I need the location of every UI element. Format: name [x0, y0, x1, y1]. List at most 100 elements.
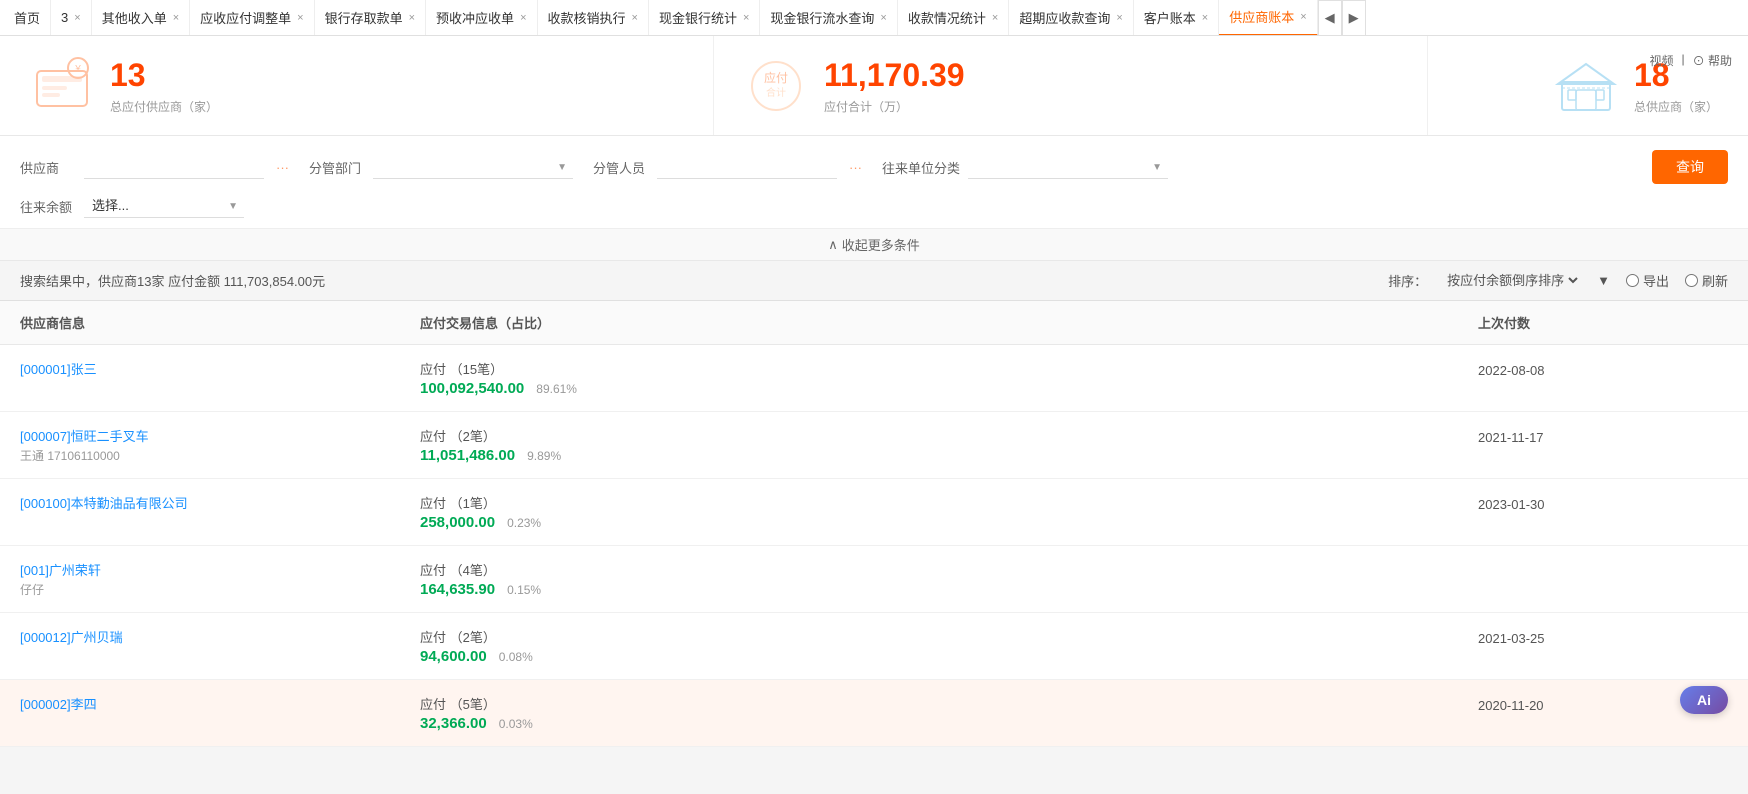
person-dots-icon[interactable]: ···: [849, 160, 862, 175]
trans-amount-5[interactable]: 32,366.00: [420, 715, 487, 732]
transaction-cell-1: 应付 （2笔） 11,051,486.00 9.89%: [420, 426, 1478, 464]
supplier-link-2[interactable]: [000100]本特勤油品有限公司: [20, 496, 188, 511]
nav-label-cash-bank-flow: 现金银行流水查询: [770, 8, 874, 27]
nav-left-arrow[interactable]: ◀: [1318, 0, 1342, 36]
export-radio-input[interactable]: [1626, 274, 1639, 287]
divider-1: |: [1682, 52, 1685, 69]
supplier-link-3[interactable]: [001]广州荣轩: [20, 563, 101, 578]
payable-icon: 应付 合计: [744, 54, 808, 118]
filter-person-label: 分管人员: [593, 158, 649, 177]
trans-amount-1[interactable]: 11,051,486.00: [420, 447, 515, 464]
balance-select[interactable]: 选择...: [84, 194, 244, 218]
nav-item-supplier-account[interactable]: 供应商账本 ×: [1219, 0, 1317, 36]
nav-item-customer-account[interactable]: 客户账本 ×: [1134, 0, 1219, 36]
nav-item-bank-deposit[interactable]: 银行存取款单 ×: [315, 0, 426, 36]
filter-supplier-label: 供应商: [20, 158, 76, 177]
filter-category: 往来单位分类 ▼: [882, 155, 1168, 179]
nav-label-customer-account: 客户账本: [1144, 8, 1196, 27]
filter-balance: 往来余额 选择... ▼: [20, 194, 244, 218]
table-row[interactable]: [000001]张三 应付 （15笔） 100,092,540.00 89.61…: [0, 345, 1748, 412]
close-icon-3[interactable]: ×: [74, 12, 80, 24]
close-icon-advance[interactable]: ×: [520, 12, 526, 24]
ai-badge[interactable]: Ai: [1680, 686, 1728, 714]
query-button[interactable]: 查询: [1652, 150, 1728, 184]
close-icon-collection-stat[interactable]: ×: [992, 12, 998, 24]
table-row[interactable]: [000012]广州贝瑞 应付 （2笔） 94,600.00 0.08% 202…: [0, 613, 1748, 680]
trans-row-0: 100,092,540.00 89.61%: [420, 378, 1478, 397]
supplier-cell-1: [000007]恒旺二手叉车 王通 17106110000: [20, 426, 420, 464]
stat-block-payable: 应付 合计 11,170.39 应付合计（万）: [714, 36, 1428, 135]
trans-count-2: 应付 （1笔）: [420, 493, 1478, 512]
trans-amount-4[interactable]: 94,600.00: [420, 648, 487, 665]
nav-item-cash-bank-flow[interactable]: 现金银行流水查询 ×: [760, 0, 897, 36]
close-icon-cash-bank-flow[interactable]: ×: [880, 12, 886, 24]
table-row[interactable]: [000007]恒旺二手叉车 王通 17106110000 应付 （2笔） 11…: [0, 412, 1748, 479]
transaction-cell-3: 应付 （4笔） 164,635.90 0.15%: [420, 560, 1478, 598]
close-icon-overdue[interactable]: ×: [1116, 12, 1122, 24]
trans-row-3: 164,635.90 0.15%: [420, 579, 1478, 598]
export-radio[interactable]: 导出: [1626, 271, 1669, 290]
nav-label-supplier-account: 供应商账本: [1229, 7, 1294, 26]
table-row[interactable]: [000002]李四 应付 （5笔） 32,366.00 0.03% 2020-…: [0, 680, 1748, 747]
supplier-link-1[interactable]: [000007]恒旺二手叉车: [20, 429, 149, 444]
collapse-button[interactable]: ∧ 收起更多条件: [0, 228, 1748, 260]
nav-item-home[interactable]: 首页: [4, 0, 51, 36]
trans-amount-2[interactable]: 258,000.00: [420, 514, 495, 531]
refresh-radio-input[interactable]: [1685, 274, 1698, 287]
nav-item-adjustment[interactable]: 应收应付调整单 ×: [190, 0, 314, 36]
person-input[interactable]: [657, 155, 837, 179]
supplier-link-4[interactable]: [000012]广州贝瑞: [20, 630, 123, 645]
sort-dropdown-icon: ▼: [1597, 273, 1610, 288]
filter-balance-label: 往来余额: [20, 197, 76, 216]
nav-label-bank-deposit: 银行存取款单: [325, 8, 403, 27]
filter-area: 供应商 ··· 分管部门 ▼ 分管人员 ··· 往来单位分类 ▼ 查询: [0, 136, 1748, 261]
supplier-input[interactable]: [84, 155, 264, 179]
trans-amount-3[interactable]: 164,635.90: [420, 581, 495, 598]
close-icon-adjustment[interactable]: ×: [297, 12, 303, 24]
refresh-radio[interactable]: 刷新: [1685, 271, 1728, 290]
nav-item-other-income[interactable]: 其他收入单 ×: [92, 0, 190, 36]
nav-label-overdue: 超期应收款查询: [1019, 8, 1110, 27]
close-icon-supplier-account[interactable]: ×: [1300, 11, 1306, 23]
help-link[interactable]: ⊙ 帮助: [1693, 52, 1732, 69]
nav-item-3[interactable]: 3 ×: [51, 0, 92, 36]
nav-item-cash-bank-stat[interactable]: 现金银行统计 ×: [649, 0, 760, 36]
supplier-cell-5: [000002]李四: [20, 694, 420, 713]
trans-count-5: 应付 （5笔）: [420, 694, 1478, 713]
table-row[interactable]: [001]广州荣轩 仔仔 应付 （4笔） 164,635.90 0.15%: [0, 546, 1748, 613]
trans-percent-2: 0.23%: [507, 516, 541, 530]
supplier-contact-3: 仔仔: [20, 581, 420, 598]
data-table: 供应商信息 应付交易信息（占比） 上次付数 [000001]张三 应付 （15笔…: [0, 301, 1748, 747]
transaction-cell-2: 应付 （1笔） 258,000.00 0.23%: [420, 493, 1478, 531]
circle-icon: ⊙: [1693, 54, 1705, 68]
close-icon-bank-deposit[interactable]: ×: [409, 12, 415, 24]
trans-percent-3: 0.15%: [507, 583, 541, 597]
trans-amount-0[interactable]: 100,092,540.00: [420, 380, 524, 397]
close-icon-other-income[interactable]: ×: [173, 12, 179, 24]
table-body: [000001]张三 应付 （15笔） 100,092,540.00 89.61…: [0, 345, 1748, 747]
table-row[interactable]: [000100]本特勤油品有限公司 应付 （1笔） 258,000.00 0.2…: [0, 479, 1748, 546]
sort-select[interactable]: 按应付余额倒序排序: [1443, 272, 1581, 289]
header-transaction-col: 应付交易信息（占比）: [420, 313, 1478, 332]
nav-label-adjustment: 应收应付调整单: [200, 8, 291, 27]
help-text: 帮助: [1708, 54, 1732, 68]
close-icon-collection[interactable]: ×: [632, 12, 638, 24]
supplier-link-5[interactable]: [000002]李四: [20, 697, 97, 712]
nav-item-advance[interactable]: 预收冲应收单 ×: [426, 0, 537, 36]
nav-label-3: 3: [61, 10, 68, 25]
department-input[interactable]: [373, 155, 573, 179]
supplier-dots-icon[interactable]: ···: [276, 160, 289, 175]
video-link[interactable]: 视频: [1649, 52, 1673, 69]
close-icon-customer-account[interactable]: ×: [1202, 12, 1208, 24]
category-input[interactable]: [968, 155, 1168, 179]
nav-item-collection-stat[interactable]: 收款情况统计 ×: [898, 0, 1009, 36]
supplier-link-0[interactable]: [000001]张三: [20, 362, 97, 377]
last-payment-date-0: 2022-08-08: [1478, 359, 1728, 378]
nav-item-overdue[interactable]: 超期应收款查询 ×: [1009, 0, 1133, 36]
close-icon-cash-bank-stat[interactable]: ×: [743, 12, 749, 24]
nav-label-collection: 收款核销执行: [548, 8, 626, 27]
nav-right-arrow[interactable]: ▶: [1342, 0, 1366, 36]
trans-percent-0: 89.61%: [536, 382, 577, 396]
nav-item-collection[interactable]: 收款核销执行 ×: [538, 0, 649, 36]
stat-number-suppliers: 13: [110, 56, 218, 94]
